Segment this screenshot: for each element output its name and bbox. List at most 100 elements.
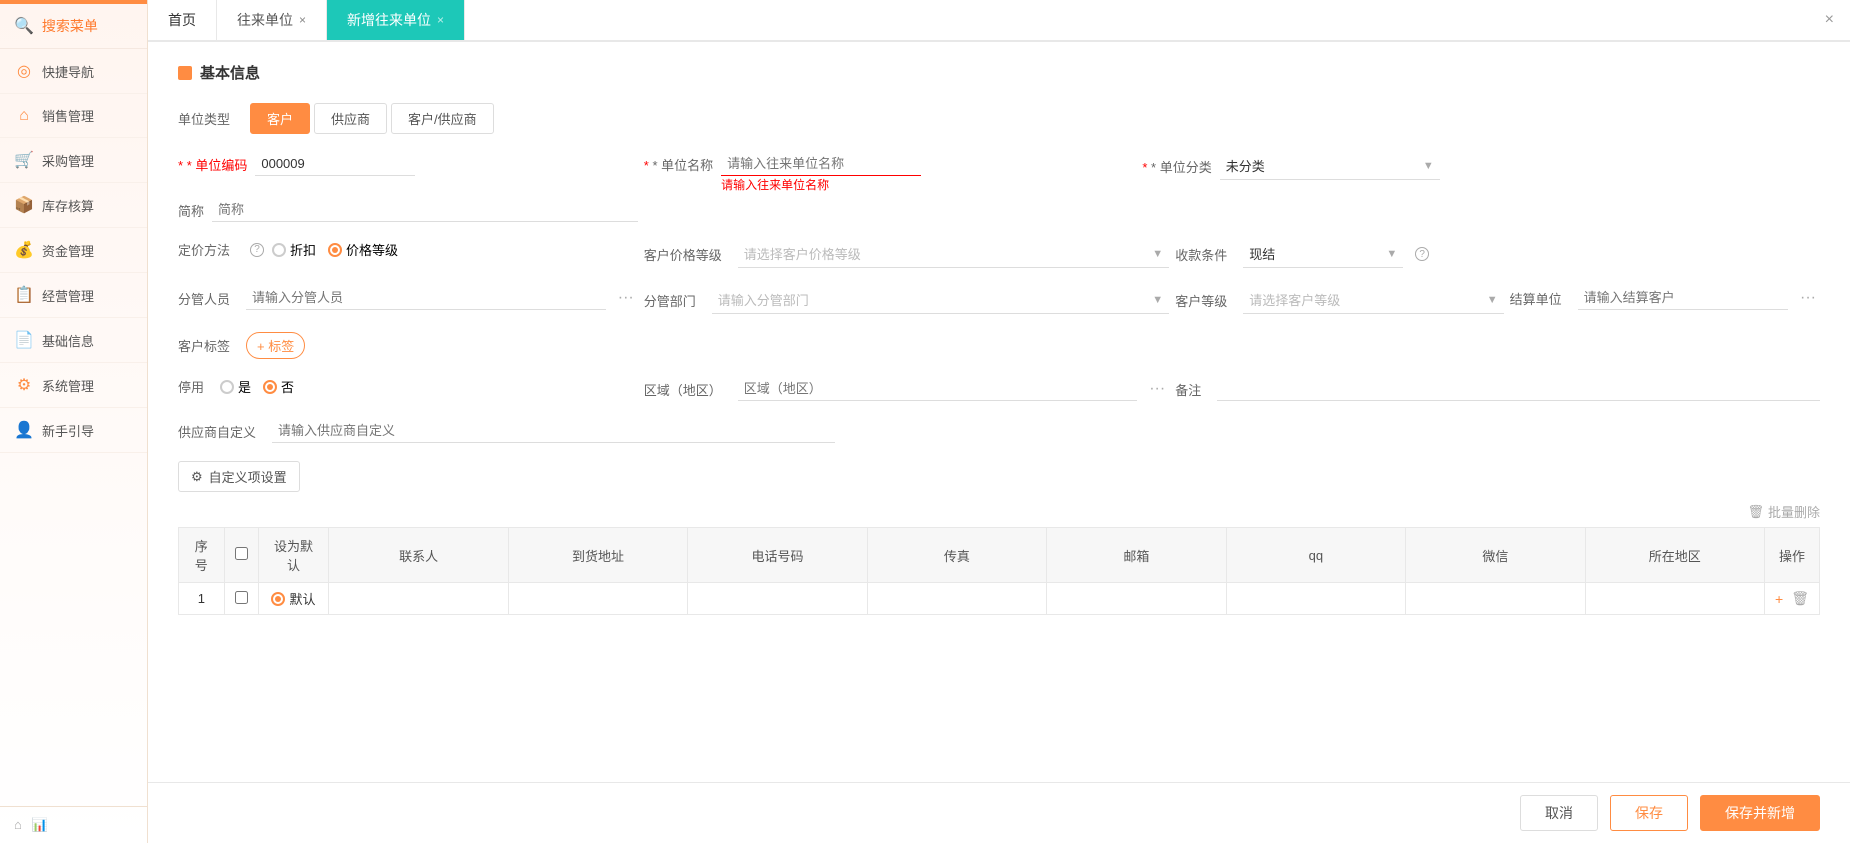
delete-row-button[interactable]: 🗑 — [1791, 590, 1809, 607]
contact-input[interactable] — [347, 591, 490, 606]
unit-category-value: 未分类 — [1226, 156, 1265, 175]
pricing-help-icon[interactable]: ? — [250, 243, 264, 257]
th-default: 设为默认 — [258, 528, 329, 583]
newbie-icon: 👤 — [14, 420, 34, 440]
tabs-global-close[interactable]: × — [1809, 0, 1850, 40]
quick-nav-icon: ◎ — [14, 61, 34, 81]
tab-partners[interactable]: 往来单位 × — [217, 0, 327, 40]
sidebar-item-finance[interactable]: 💰 资金管理 — [0, 228, 147, 273]
row-checkbox[interactable] — [235, 591, 248, 604]
short-name-label: 简称 — [178, 201, 204, 220]
td-qq — [1226, 583, 1406, 615]
sidebar-footer: ⌂ 📊 — [0, 806, 147, 843]
th-phone: 电话号码 — [688, 528, 867, 583]
sidebar-item-newbie[interactable]: 👤 新手引导 — [0, 408, 147, 453]
td-fax — [867, 583, 1046, 615]
select-all-checkbox[interactable] — [235, 547, 248, 560]
th-fax: 传真 — [867, 528, 1046, 583]
flag-icon — [178, 66, 192, 80]
radio-no-circle — [263, 380, 277, 394]
section-basic-info: 基本信息 — [178, 62, 1820, 83]
pricing-method-label: 定价方法 — [178, 240, 230, 259]
tab-home[interactable]: 首页 — [148, 0, 217, 40]
type-btn-both[interactable]: 客户/供应商 — [391, 103, 494, 134]
custom-settings-row: ⚙ 自定义项设置 — [178, 461, 1820, 492]
tab-new-partner[interactable]: 新增往来单位 × — [327, 0, 465, 40]
tab-new-partner-close[interactable]: × — [437, 13, 444, 27]
td-default: 默认 — [258, 583, 329, 615]
pricing-radio-discount[interactable]: 折扣 — [272, 240, 316, 259]
phone-input[interactable] — [706, 591, 849, 606]
cancel-button[interactable]: 取消 — [1520, 795, 1598, 831]
region-input[interactable] — [1604, 591, 1747, 606]
td-email — [1047, 583, 1226, 615]
row-supplier-custom: 供应商自定义 — [178, 419, 1820, 443]
settlement-unit-ellipsis[interactable]: ··· — [1796, 287, 1820, 309]
manager-input[interactable] — [246, 286, 606, 310]
batch-delete-label: 批量删除 — [1768, 502, 1820, 521]
type-btn-supplier[interactable]: 供应商 — [314, 103, 387, 134]
sidebar-label-finance: 资金管理 — [42, 241, 94, 260]
customer-price-level-select[interactable]: 请选择客户价格等级 ▼ — [738, 240, 1169, 268]
disabled-radio-no[interactable]: 否 — [263, 377, 294, 396]
tab-partners-close[interactable]: × — [299, 13, 306, 27]
pricing-radio-level[interactable]: 价格等级 — [328, 240, 398, 259]
sales-icon: ⌂ — [14, 107, 34, 125]
sidebar-item-operations[interactable]: 📋 经营管理 — [0, 273, 147, 318]
customer-level-select[interactable]: 请选择客户等级 ▼ — [1243, 286, 1503, 314]
department-select[interactable]: 请输入分管部门 ▼ — [712, 286, 1169, 314]
address-input[interactable] — [527, 591, 670, 606]
sidebar-item-system[interactable]: ⚙ 系统管理 — [0, 363, 147, 408]
email-input[interactable] — [1065, 591, 1208, 606]
save-button[interactable]: 保存 — [1610, 795, 1688, 831]
fax-input[interactable] — [886, 591, 1029, 606]
sidebar-item-purchase[interactable]: 🛒 采购管理 — [0, 138, 147, 183]
sidebar-label-basic: 基础信息 — [42, 331, 94, 350]
type-btn-customer[interactable]: 客户 — [250, 103, 310, 134]
payment-terms-help-icon[interactable]: ? — [1415, 247, 1429, 261]
remark-input[interactable] — [1217, 377, 1820, 401]
radio-discount-circle — [272, 243, 286, 257]
settlement-unit-input[interactable] — [1578, 286, 1788, 310]
search-icon: 🔍 — [14, 16, 34, 36]
short-name-input[interactable] — [212, 198, 638, 222]
batch-delete-button[interactable]: 🗑 批量删除 — [1747, 502, 1820, 521]
row-default-radio[interactable]: 默认 — [269, 589, 319, 608]
tabs-bar: 首页 往来单位 × 新增往来单位 × × — [148, 0, 1850, 42]
sidebar-item-inventory[interactable]: 📦 库存核算 — [0, 183, 147, 228]
unit-category-arrow: ▼ — [1423, 160, 1434, 172]
manager-label: 分管人员 — [178, 289, 230, 308]
unit-code-label: * * 单位编码 — [178, 155, 247, 174]
qq-input[interactable] — [1244, 591, 1387, 606]
manager-ellipsis[interactable]: ··· — [614, 287, 638, 309]
add-tag-button[interactable]: + 标签 — [246, 332, 305, 359]
wechat-input[interactable] — [1424, 591, 1567, 606]
unit-code-input[interactable] — [255, 152, 415, 176]
area-input[interactable] — [738, 377, 1137, 401]
table-header: 序号 设为默认 联系人 到货地址 电话号码 传真 邮箱 qq 微信 所在地区 操… — [179, 528, 1820, 583]
sidebar-item-basic[interactable]: 📄 基础信息 — [0, 318, 147, 363]
unit-category-select[interactable]: 未分类 ▼ — [1220, 152, 1440, 180]
row-unit-type: 单位类型 客户 供应商 客户/供应商 — [178, 103, 1820, 134]
sidebar-footer-icon1: ⌂ — [14, 817, 22, 833]
sidebar-item-quick-nav[interactable]: ◎ 快捷导航 — [0, 49, 147, 94]
section-title-text: 基本信息 — [200, 62, 260, 83]
table-header-row: 序号 设为默认 联系人 到货地址 电话号码 传真 邮箱 qq 微信 所在地区 操… — [179, 528, 1820, 583]
system-icon: ⚙ — [14, 375, 34, 395]
td-checkbox — [224, 583, 258, 615]
custom-settings-button[interactable]: ⚙ 自定义项设置 — [178, 461, 300, 492]
sidebar-item-sales[interactable]: ⌂ 销售管理 — [0, 94, 147, 138]
payment-terms-select[interactable]: 现结 ▼ — [1243, 240, 1403, 268]
unit-name-input[interactable] — [721, 152, 921, 176]
disabled-radio-yes[interactable]: 是 — [220, 377, 251, 396]
add-row-button[interactable]: + — [1775, 590, 1783, 607]
payment-terms-value: 现结 — [1249, 244, 1275, 263]
th-index: 序号 — [179, 528, 225, 583]
search-menu[interactable]: 🔍 搜索菜单 — [0, 4, 147, 49]
area-ellipsis[interactable]: ··· — [1145, 378, 1169, 400]
supplier-custom-input[interactable] — [272, 419, 835, 443]
radio-level-label: 价格等级 — [346, 240, 398, 259]
save-new-button[interactable]: 保存并新增 — [1700, 795, 1820, 831]
td-index: 1 — [179, 583, 225, 615]
disabled-radio-group: 是 否 — [220, 377, 294, 396]
